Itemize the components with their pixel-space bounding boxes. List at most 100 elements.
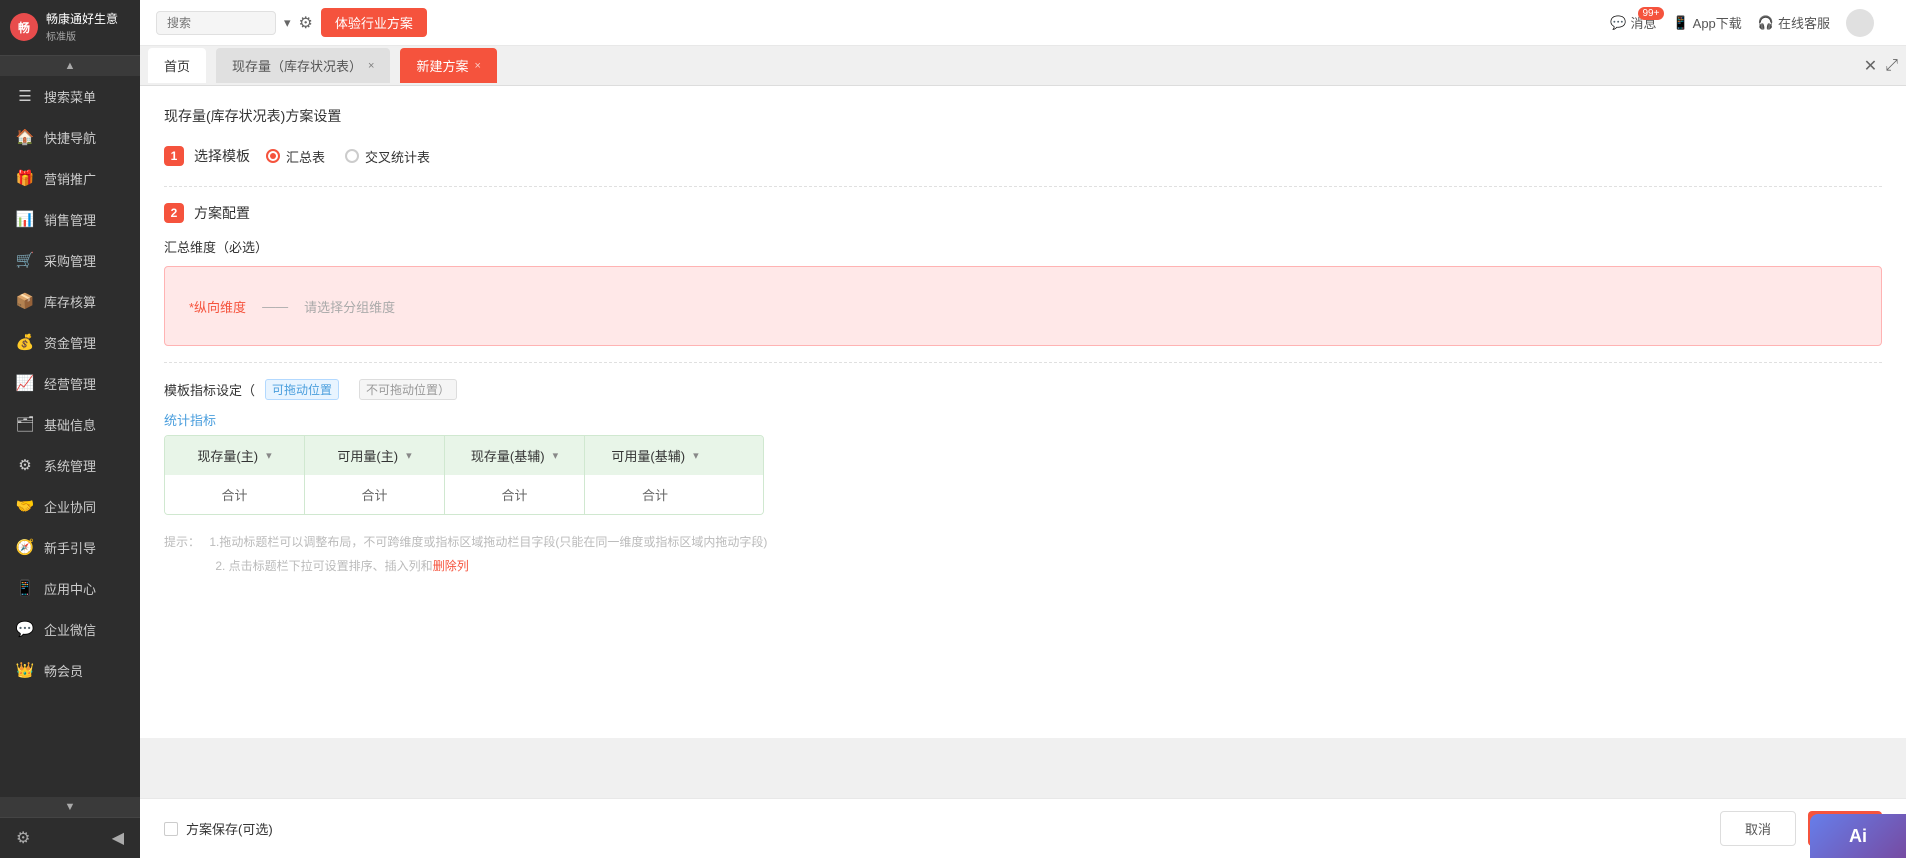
topbar-gear-icon[interactable]: ⚙	[299, 13, 313, 33]
col-chevron-2[interactable]: ▾	[553, 449, 559, 462]
page-title: 现存量(库存状况表)方案设置	[164, 106, 1882, 126]
sidebar-item-finance-label: 资金管理	[44, 333, 96, 352]
radio-cross-circle	[345, 149, 359, 163]
sidebar-item-purchase[interactable]: 🛒 采购管理	[0, 240, 140, 281]
col-header-1[interactable]: 可用量(主) ▾	[305, 436, 445, 475]
tab-new-plan-close[interactable]: ×	[474, 60, 480, 72]
col-label-1: 可用量(主)	[337, 446, 398, 465]
sidebar-item-enterprise[interactable]: 🤝 企业协同	[0, 486, 140, 527]
tab-home-label: 首页	[164, 56, 190, 75]
topbar-right: 💬 消息 99+ 📱 App下载 🎧 在线客服	[1610, 9, 1890, 37]
section1-title: 选择模板	[194, 146, 250, 166]
col-body-0: 合计	[165, 475, 305, 514]
sidebar-item-search[interactable]: ☰ 搜索菜单	[0, 76, 140, 117]
sidebar-item-finance[interactable]: 💰 资金管理	[0, 322, 140, 363]
sidebar-item-appcenter[interactable]: 📱 应用中心	[0, 568, 140, 609]
col-label-2: 现存量(基辅)	[471, 446, 545, 465]
section-divider-1	[164, 186, 1882, 187]
sidebar-item-member[interactable]: 👑 畅会员	[0, 650, 140, 691]
section1-header: 1 选择模板 汇总表 交叉统计表	[164, 146, 1882, 166]
dim-placeholder-text[interactable]: 请选择分组维度	[304, 297, 395, 316]
col-label-0: 现存量(主)	[197, 446, 258, 465]
topbar-online-service[interactable]: 🎧 在线客服	[1758, 13, 1830, 32]
tab-home[interactable]: 首页	[148, 48, 206, 83]
app-download-label: App下载	[1693, 13, 1742, 32]
topbar-dropdown-button[interactable]: ▾	[284, 15, 291, 31]
sidebar: 畅 畅康通好生意 标准版 ▲ ☰ 搜索菜单 🏠 快捷导航 🎁 营销推广 📊 销售…	[0, 0, 140, 858]
wechat-icon: 💬	[16, 620, 34, 638]
sidebar-item-inventory[interactable]: 📦 库存核算	[0, 281, 140, 322]
sidebar-scroll-down[interactable]: ▼	[0, 797, 140, 817]
headset-icon: 🎧	[1758, 15, 1774, 31]
tab-inventory-close[interactable]: ×	[368, 60, 374, 72]
enterprise-icon: 🤝	[16, 497, 34, 515]
template-radio-group: 汇总表 交叉统计表	[266, 147, 430, 166]
topbar-messages[interactable]: 💬 消息 99+	[1610, 13, 1656, 32]
topbar-left: ▾ ⚙ 体验行业方案	[156, 8, 1598, 37]
main-area: ▾ ⚙ 体验行业方案 💬 消息 99+ 📱 App下载 🎧 在线客服 首页	[140, 0, 1906, 858]
save-checkbox-label[interactable]: 方案保存(可选)	[164, 819, 273, 838]
dimension-row: *纵向维度 —— 请选择分组维度	[189, 297, 395, 316]
save-checkbox-box[interactable]	[164, 822, 178, 836]
sidebar-item-newuser[interactable]: 🧭 新手引导	[0, 527, 140, 568]
sidebar-scroll-up[interactable]: ▲	[0, 56, 140, 76]
sidebar-item-basicinfo[interactable]: 🗂 基础信息	[0, 404, 140, 445]
tabbar-actions: ✕ ⤢	[1864, 56, 1906, 76]
purchase-icon: 🛒	[16, 251, 34, 269]
tab-inventory[interactable]: 现存量（库存状况表） ×	[216, 48, 390, 83]
tab-inventory-label: 现存量（库存状况表）	[232, 56, 362, 75]
col-header-0[interactable]: 现存量(主) ▾	[165, 436, 305, 475]
sidebar-item-operations[interactable]: 📈 经营管理	[0, 363, 140, 404]
sidebar-item-member-label: 畅会员	[44, 661, 83, 680]
trial-industry-button[interactable]: 体验行业方案	[321, 8, 427, 37]
col-chevron-1[interactable]: ▾	[406, 449, 412, 462]
sidebar-item-wechat[interactable]: 💬 企业微信	[0, 609, 140, 650]
col-header-3[interactable]: 可用量(基辅) ▾	[585, 436, 725, 475]
service-label: 在线客服	[1778, 13, 1830, 32]
sidebar-item-sales[interactable]: 📊 销售管理	[0, 199, 140, 240]
tip-1: 提示： 1.拖动标题栏可以调整布局，不可跨维度或指标区域拖动栏目字段(只能在同一…	[164, 530, 1882, 554]
tab-new-plan-label: 新建方案	[416, 56, 468, 75]
tip-2: 2. 点击标题栏下拉可设置排序、插入列和删除列	[164, 554, 1882, 578]
section2-title: 方案配置	[194, 203, 250, 223]
marketing-icon: 🎁	[16, 169, 34, 187]
system-icon: ⚙	[16, 456, 34, 474]
metrics-table-header: 现存量(主) ▾ 可用量(主) ▾ 现存量(基辅) ▾ 可用量(基辅)	[165, 436, 763, 475]
cancel-button[interactable]: 取消	[1720, 811, 1796, 846]
sidebar-bottom: ⚙ ◀	[0, 817, 140, 858]
col-chevron-3[interactable]: ▾	[693, 449, 699, 462]
topbar-app-download[interactable]: 📱 App下载	[1672, 13, 1741, 32]
col-chevron-0[interactable]: ▾	[266, 449, 272, 462]
sidebar-item-marketing-label: 营销推广	[44, 169, 96, 188]
tab-new-plan[interactable]: 新建方案 ×	[400, 48, 496, 83]
tab-close-window-button[interactable]: ✕	[1864, 56, 1877, 76]
user-avatar[interactable]	[1846, 9, 1874, 37]
dim-section-label: 汇总维度（必选）	[164, 237, 1882, 256]
appcenter-icon: 📱	[16, 579, 34, 597]
app-name: 畅康通好生意	[46, 12, 118, 28]
topbar: ▾ ⚙ 体验行业方案 💬 消息 99+ 📱 App下载 🎧 在线客服	[140, 0, 1906, 46]
member-icon: 👑	[16, 661, 34, 679]
metrics-table-body: 合计 合计 合计 合计	[165, 475, 763, 514]
radio-summary-dot	[270, 153, 276, 159]
sidebar-item-wechat-label: 企业微信	[44, 620, 96, 639]
radio-cross[interactable]: 交叉统计表	[345, 147, 430, 166]
col-header-2[interactable]: 现存量(基辅) ▾	[445, 436, 585, 475]
section-template: 1 选择模板 汇总表 交叉统计表	[164, 146, 1882, 166]
newuser-icon: 🧭	[16, 538, 34, 556]
sidebar-item-appcenter-label: 应用中心	[44, 579, 96, 598]
topbar-search-input[interactable]	[156, 11, 276, 35]
sidebar-item-system[interactable]: ⚙ 系统管理	[0, 445, 140, 486]
sidebar-item-marketing[interactable]: 🎁 营销推广	[0, 158, 140, 199]
section1-number: 1	[164, 146, 184, 166]
radio-summary-circle	[266, 149, 280, 163]
radio-cross-label: 交叉统计表	[365, 147, 430, 166]
sidebar-item-quicknav[interactable]: 🏠 快捷导航	[0, 117, 140, 158]
settings-icon[interactable]: ⚙	[16, 828, 30, 848]
inventory-icon: 📦	[16, 292, 34, 310]
ai-float-button[interactable]: Ai	[1810, 814, 1906, 858]
collapse-icon[interactable]: ◀	[112, 828, 124, 848]
tab-expand-button[interactable]: ⤢	[1885, 57, 1898, 75]
sidebar-item-purchase-label: 采购管理	[44, 251, 96, 270]
radio-summary[interactable]: 汇总表	[266, 147, 325, 166]
